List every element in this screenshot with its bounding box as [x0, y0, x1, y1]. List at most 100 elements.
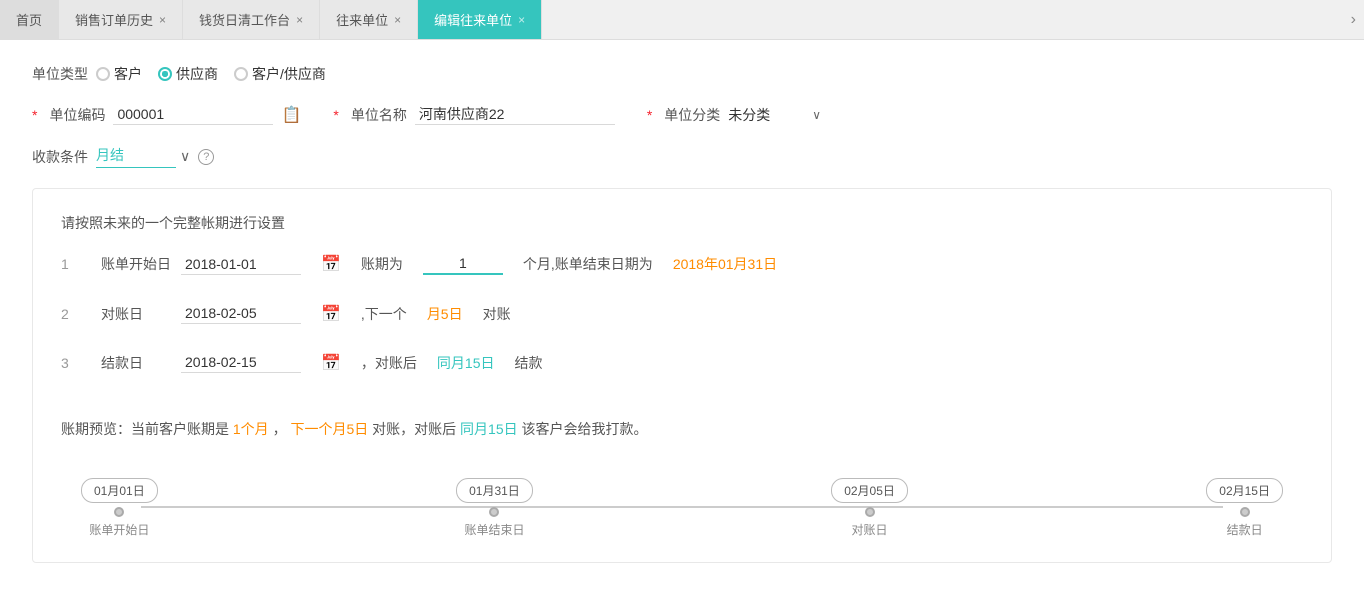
tab-bar: 首页 销售订单历史 × 钱货日清工作台 × 往来单位 × 编辑往来单位 × › [0, 0, 1364, 40]
unit-category-label: 单位分类 [664, 105, 720, 125]
timeline-container: 01月01日 账单开始日 01月31日 账单结束日 02月05日 对账日 02月… [61, 478, 1303, 538]
row-1-num: 1 [61, 256, 81, 272]
setting-row-1: 1 账单开始日 📅 账期为 个月,账单结束日期为 2018年01月31日 [61, 253, 1303, 275]
radio-group: 客户 供应商 客户/供应商 [96, 64, 326, 84]
payment-date-input[interactable] [181, 352, 301, 373]
unit-code-input[interactable] [113, 104, 273, 125]
row-3-suffix-post: 结款 [515, 353, 543, 373]
preview-section: 账期预览：当前客户账期是 1个月 ， 下一个月5日 对账，对账后 同月15日 该… [61, 401, 1303, 458]
tab-sales-order-history-label: 销售订单历史 [75, 10, 153, 29]
unit-name-star: * [333, 107, 338, 123]
radio-both-label: 客户/供应商 [252, 64, 326, 84]
preview-mid1: ， [273, 421, 287, 437]
unit-type-label: 单位类型 [32, 64, 88, 84]
row-1-suffix-pre: 账期为 [361, 254, 403, 274]
main-content: 单位类型 客户 供应商 客户/供应商 * 单位编码 [0, 40, 1364, 608]
preview-suffix: 该客户会给我打款。 [522, 421, 648, 437]
unit-category-value: 未分类 [728, 105, 808, 125]
radio-supplier-circle [158, 67, 172, 81]
unit-code-group: * 单位编码 📋 [32, 104, 301, 125]
row-3-field: 结款日 [101, 353, 161, 373]
reconcile-date-calendar-icon[interactable]: 📅 [321, 304, 341, 324]
period-input[interactable] [423, 253, 503, 275]
unit-type-row: 单位类型 客户 供应商 客户/供应商 [32, 64, 1332, 84]
preview-part1: 1个月 [233, 421, 269, 437]
radio-customer[interactable]: 客户 [96, 64, 142, 84]
row-2-num: 2 [61, 306, 81, 322]
tab-cash-work[interactable]: 钱货日清工作台 × [183, 0, 320, 39]
preview-text: 账期预览：当前客户账期是 1个月 ， 下一个月5日 对账，对账后 同月15日 该… [61, 417, 1303, 442]
unit-name-label: 单位名称 [351, 105, 407, 125]
timeline-points: 01月01日 账单开始日 01月31日 账单结束日 02月05日 对账日 02月… [81, 478, 1283, 538]
setting-row-3: 3 结款日 📅 ，对账后 同月15日 结款 [61, 352, 1303, 373]
radio-both[interactable]: 客户/供应商 [234, 64, 326, 84]
unit-category-star: * [647, 107, 652, 123]
point-2-badge: 01月31日 [456, 478, 533, 503]
point-2-dot [489, 507, 499, 517]
tab-cash-work-label: 钱货日清工作台 [199, 10, 290, 29]
preview-part2: 下一个月5日 [290, 421, 368, 437]
row-2-suffix-post: 对账 [483, 304, 511, 324]
unit-info-row: * 单位编码 📋 * 单位名称 * 单位分类 未分类 ∨ [32, 104, 1332, 125]
unit-category-group: * 单位分类 未分类 ∨ [647, 105, 821, 125]
row-1-field: 账单开始日 [101, 254, 161, 274]
unit-code-label: 单位编码 [49, 105, 105, 125]
payment-terms-row: 收款条件 月结 ∨ ? [32, 145, 1332, 168]
row-2-suffix-pre: ,下一个 [361, 304, 407, 324]
row-2-field: 对账日 [101, 304, 161, 324]
payment-terms-group: 收款条件 月结 ∨ ? [32, 145, 214, 168]
row-3-num: 3 [61, 355, 81, 371]
setting-row-2: 2 对账日 📅 ,下一个 月5日 对账 [61, 303, 1303, 324]
tab-sales-order-history[interactable]: 销售订单历史 × [59, 0, 183, 39]
help-icon[interactable]: ? [198, 149, 214, 165]
tab-edit-partner-label: 编辑往来单位 [434, 10, 512, 29]
point-1-badge: 01月01日 [81, 478, 158, 503]
radio-supplier[interactable]: 供应商 [158, 64, 218, 84]
point-4-label: 结款日 [1227, 521, 1263, 538]
settings-panel: 请按照未来的一个完整帐期进行设置 1 账单开始日 📅 账期为 个月,账单结束日期… [32, 188, 1332, 563]
chevron-down-icon: ∨ [812, 108, 821, 122]
timeline-point-4: 02月15日 结款日 [1206, 478, 1283, 538]
point-4-dot [1240, 507, 1250, 517]
tab-sales-order-history-close[interactable]: × [159, 13, 166, 27]
point-4-badge: 02月15日 [1206, 478, 1283, 503]
unit-name-input[interactable] [415, 104, 615, 125]
start-date-input[interactable] [181, 254, 301, 275]
payment-terms-label: 收款条件 [32, 147, 88, 167]
point-3-badge: 02月05日 [831, 478, 908, 503]
payment-terms-dropdown-arrow: ∨ [180, 148, 190, 165]
unit-code-star: * [32, 107, 37, 123]
point-2-label: 账单结束日 [464, 521, 524, 538]
point-3-dot [865, 507, 875, 517]
reconcile-date-input[interactable] [181, 303, 301, 324]
radio-customer-circle [96, 67, 110, 81]
unit-category-select[interactable]: 未分类 ∨ [728, 105, 821, 125]
tab-cash-work-close[interactable]: × [296, 13, 303, 27]
timeline-point-2: 01月31日 账单结束日 [456, 478, 533, 538]
point-1-label: 账单开始日 [89, 521, 149, 538]
preview-part3: 同月15日 [460, 421, 518, 437]
unit-code-calendar-icon[interactable]: 📋 [281, 105, 301, 125]
payment-terms-value: 月结 [96, 145, 176, 168]
row-2-highlight: 月5日 [427, 304, 463, 324]
unit-name-group: * 单位名称 [333, 104, 614, 125]
point-1-dot [114, 507, 124, 517]
row-1-end-date: 2018年01月31日 [673, 254, 777, 274]
tab-partner-close[interactable]: × [394, 13, 401, 27]
tab-partner[interactable]: 往来单位 × [320, 0, 418, 39]
panel-hint: 请按照未来的一个完整帐期进行设置 [61, 213, 1303, 233]
start-date-calendar-icon[interactable]: 📅 [321, 254, 341, 274]
timeline-point-3: 02月05日 对账日 [831, 478, 908, 538]
payment-date-calendar-icon[interactable]: 📅 [321, 353, 341, 373]
preview-label: 账期预览：当前客户账期是 [61, 421, 229, 437]
timeline-point-1: 01月01日 账单开始日 [81, 478, 158, 538]
tab-edit-partner-close[interactable]: × [518, 13, 525, 27]
payment-terms-select[interactable]: 月结 ∨ [96, 145, 190, 168]
row-3-highlight: 同月15日 [437, 353, 495, 373]
tab-partner-label: 往来单位 [336, 10, 388, 29]
row-3-suffix-pre: ，对账后 [361, 353, 417, 373]
tab-edit-partner[interactable]: 编辑往来单位 × [418, 0, 542, 39]
tab-overflow-arrow[interactable]: › [1343, 0, 1364, 39]
tab-home-label: 首页 [16, 10, 42, 29]
tab-home[interactable]: 首页 [0, 0, 59, 39]
